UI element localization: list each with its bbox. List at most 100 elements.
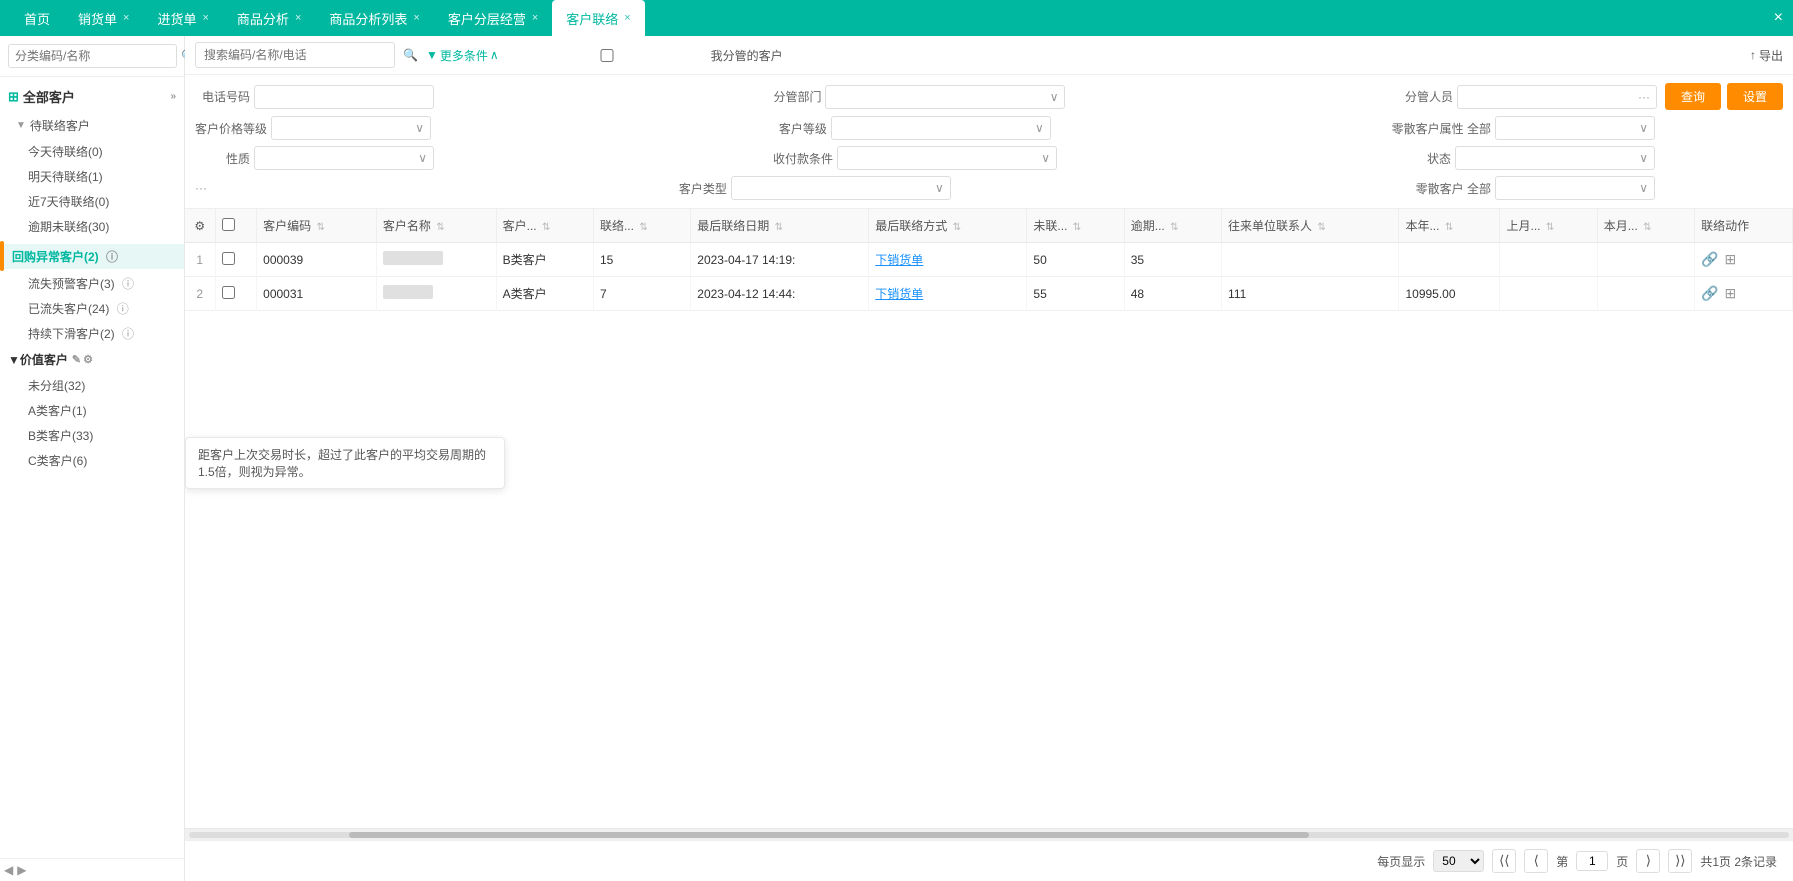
nav-customer-segment[interactable]: 客户分层经营 × xyxy=(434,0,552,36)
action-cell[interactable]: 🔗 ⊞ xyxy=(1695,243,1793,277)
collapse-icon[interactable]: » xyxy=(170,91,176,102)
sidebar-group-pending-title[interactable]: ▼ 待联络客户 xyxy=(0,112,184,139)
sidebar-item-abnormal-repurchase[interactable]: 回购异常客户(2) ⓘ xyxy=(4,244,184,269)
query-button[interactable]: 查询 xyxy=(1665,83,1721,110)
close-icon[interactable]: × xyxy=(123,12,129,24)
sort-icon[interactable]: ⇅ xyxy=(1445,222,1453,233)
last-page-button[interactable]: ⟩⟩ xyxy=(1668,849,1692,873)
close-icon[interactable]: × xyxy=(624,12,630,24)
table-header-last-month: 上月... ⇅ xyxy=(1500,209,1597,243)
nav-product-analysis[interactable]: 商品分析 × xyxy=(223,0,315,36)
per-page-select[interactable]: 50 20 100 xyxy=(1433,850,1484,872)
row-checkbox-cell[interactable] xyxy=(215,243,257,277)
grid-action-icon[interactable]: ⊞ xyxy=(1725,251,1737,268)
close-icon[interactable]: × xyxy=(202,12,208,24)
settings-button[interactable]: 设置 xyxy=(1727,83,1783,110)
row-checkbox-cell[interactable] xyxy=(215,277,257,311)
info-icon[interactable]: ⓘ xyxy=(122,277,134,291)
info-icon[interactable]: ⓘ xyxy=(117,302,129,316)
next-page-button[interactable]: ⟩ xyxy=(1636,849,1660,873)
sidebar-all-customers-title[interactable]: ⊞ 全部客户 » xyxy=(0,81,184,112)
close-icon[interactable]: × xyxy=(532,12,538,24)
row-checkbox[interactable] xyxy=(222,252,235,265)
table-checkbox-col[interactable] xyxy=(215,209,257,243)
sidebar-item-tomorrow[interactable]: 明天待联络(1) xyxy=(0,164,184,189)
export-button[interactable]: ↑ 导出 xyxy=(1750,47,1783,64)
nature-select[interactable]: ∨ xyxy=(254,146,434,170)
my-customers-checkbox-label[interactable]: 我分管的客户 xyxy=(507,47,783,64)
prev-page-button[interactable]: ⟨ xyxy=(1524,849,1548,873)
more-conditions-button[interactable]: ▼ 更多条件 ∧ xyxy=(426,47,499,64)
row-checkbox[interactable] xyxy=(222,286,235,299)
close-icon[interactable]: × xyxy=(295,12,301,24)
sort-icon[interactable]: ⇅ xyxy=(639,222,647,233)
sort-icon[interactable]: ⇅ xyxy=(1170,222,1178,233)
nav-home[interactable]: 首页 xyxy=(10,0,64,36)
sidebar-item-churned[interactable]: 已流失客户(24) ⓘ xyxy=(0,296,184,321)
sort-icon[interactable]: ⇅ xyxy=(1643,222,1651,233)
status-select[interactable]: ∨ xyxy=(1455,146,1655,170)
sidebar-item-declining[interactable]: 持续下滑客户(2) ⓘ xyxy=(0,321,184,346)
top-navigation: 首页 销货单 × 进货单 × 商品分析 × 商品分析列表 × 客户分层经营 × … xyxy=(0,0,1793,36)
dept-select[interactable]: ∨ xyxy=(825,85,1065,109)
action-cell[interactable]: 🔗 ⊞ xyxy=(1695,277,1793,311)
my-customers-checkbox[interactable] xyxy=(507,49,707,62)
contact-link-icon[interactable]: 🔗 xyxy=(1701,285,1718,302)
window-close-button[interactable]: × xyxy=(1774,9,1783,27)
sidebar-item-ungrouped[interactable]: 未分组(32) xyxy=(0,373,184,398)
select-all-checkbox[interactable] xyxy=(222,218,235,231)
last-contact-method-cell[interactable]: 下销货单 xyxy=(869,243,1027,277)
sidebar-search-input[interactable] xyxy=(8,44,177,68)
customer-type-select[interactable]: ∨ xyxy=(731,176,951,200)
nav-sales[interactable]: 销货单 × xyxy=(64,0,143,36)
sort-icon[interactable]: ⇅ xyxy=(542,222,550,233)
sidebar-item-churn-warning[interactable]: 流失预警客户(3) ⓘ xyxy=(0,271,184,296)
sidebar-item-today[interactable]: 今天待联络(0) xyxy=(0,139,184,164)
last-contact-method-cell[interactable]: 下销货单 xyxy=(869,277,1027,311)
info-icon[interactable]: ⓘ xyxy=(106,250,118,264)
contact-link-icon[interactable]: 🔗 xyxy=(1701,251,1718,268)
horizontal-scrollbar[interactable] xyxy=(185,828,1793,840)
sort-icon[interactable]: ⇅ xyxy=(1546,222,1554,233)
retail-attr-select[interactable]: ∨ xyxy=(1495,116,1655,140)
payment-select[interactable]: ∨ xyxy=(837,146,1057,170)
nav-purchase[interactable]: 进货单 × xyxy=(143,0,222,36)
table-settings-col[interactable]: ⚙ xyxy=(185,209,215,243)
nav-customer-contact[interactable]: 客户联络 × xyxy=(552,0,644,36)
close-icon[interactable]: × xyxy=(413,12,419,24)
settings-icon[interactable]: ⚙ xyxy=(83,353,93,366)
manager-select[interactable]: ··· xyxy=(1457,85,1657,109)
sort-icon[interactable]: ⇅ xyxy=(317,222,325,233)
search-input[interactable] xyxy=(195,42,395,68)
sort-icon[interactable]: ⇅ xyxy=(953,222,961,233)
edit-icon[interactable]: ✎ xyxy=(72,353,81,366)
data-table-area[interactable]: ⚙ 客户编码 ⇅ 客户名称 ⇅ 客户... ⇅ xyxy=(185,209,1793,828)
more-filter-icon[interactable]: ··· xyxy=(195,181,207,195)
info-icon[interactable]: ⓘ xyxy=(122,327,134,341)
contact-method-link[interactable]: 下销货单 xyxy=(875,253,923,267)
search-icon[interactable]: 🔍 xyxy=(403,48,418,62)
sidebar-item-a-class[interactable]: A类客户(1) xyxy=(0,398,184,423)
sort-icon[interactable]: ⇅ xyxy=(436,222,444,233)
contact-method-link[interactable]: 下销货单 xyxy=(875,287,923,301)
scroll-track[interactable] xyxy=(189,832,1789,838)
sidebar-item-b-class[interactable]: B类客户(33) xyxy=(0,423,184,448)
sort-icon[interactable]: ⇅ xyxy=(1317,222,1325,233)
scroll-thumb[interactable] xyxy=(349,832,1309,838)
sidebar-item-7days[interactable]: 近7天待联络(0) xyxy=(0,189,184,214)
retail-customer-select[interactable]: ∨ xyxy=(1495,176,1655,200)
phone-input[interactable] xyxy=(254,85,434,109)
sidebar-group-value-title[interactable]: ▼ 价值客户 ✎ ⚙ xyxy=(0,346,184,373)
sidebar-collapse-right-icon[interactable]: ▶ xyxy=(17,863,26,877)
nav-product-analysis-list[interactable]: 商品分析列表 × xyxy=(315,0,433,36)
sidebar-collapse-left-icon[interactable]: ◀ xyxy=(4,863,13,877)
sidebar-item-overdue[interactable]: 逾期未联络(30) xyxy=(0,214,184,239)
sidebar-item-c-class[interactable]: C类客户(6) xyxy=(0,448,184,473)
first-page-button[interactable]: ⟨⟨ xyxy=(1492,849,1516,873)
customer-grade-select[interactable]: ∨ xyxy=(831,116,1051,140)
sort-icon[interactable]: ⇅ xyxy=(1073,222,1081,233)
sort-icon[interactable]: ⇅ xyxy=(775,222,783,233)
grid-action-icon[interactable]: ⊞ xyxy=(1725,285,1737,302)
page-number-input[interactable] xyxy=(1576,851,1608,871)
price-grade-select[interactable]: ∨ xyxy=(271,116,431,140)
